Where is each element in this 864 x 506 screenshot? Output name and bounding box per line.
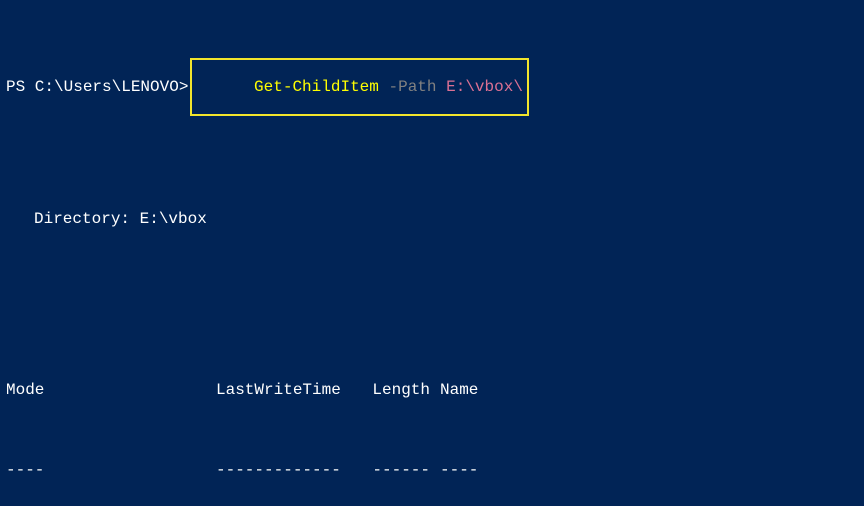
hdr-mode: Mode — [6, 380, 66, 400]
hdr-name: Name — [430, 380, 478, 400]
command-highlight: Get-ChildItem -Path E:\vbox\ — [190, 58, 528, 116]
prompt-line-1: PS C:\Users\LENOVO> Get-ChildItem -Path … — [6, 58, 858, 116]
hdr-lastwrite-spacer — [106, 380, 216, 400]
file-listing: Mode LastWriteTime Length Name ---- ----… — [6, 320, 858, 506]
hdr-length: Length — [330, 380, 430, 400]
param-flag: -Path — [388, 78, 436, 96]
separator-row: ---- ------------- ------ ---- — [6, 460, 858, 480]
path-arg: E:\vbox\ — [446, 78, 523, 96]
prompt-path: PS C:\Users\LENOVO> — [6, 78, 188, 96]
powershell-terminal[interactable]: PS C:\Users\LENOVO> Get-ChildItem -Path … — [0, 0, 864, 506]
cmdlet: Get-ChildItem — [254, 78, 379, 96]
header-row: Mode LastWriteTime Length Name — [6, 380, 858, 400]
directory-label: Directory: E:\vbox — [34, 210, 858, 228]
hdr-lastwrite: LastWriteTime — [216, 380, 296, 400]
